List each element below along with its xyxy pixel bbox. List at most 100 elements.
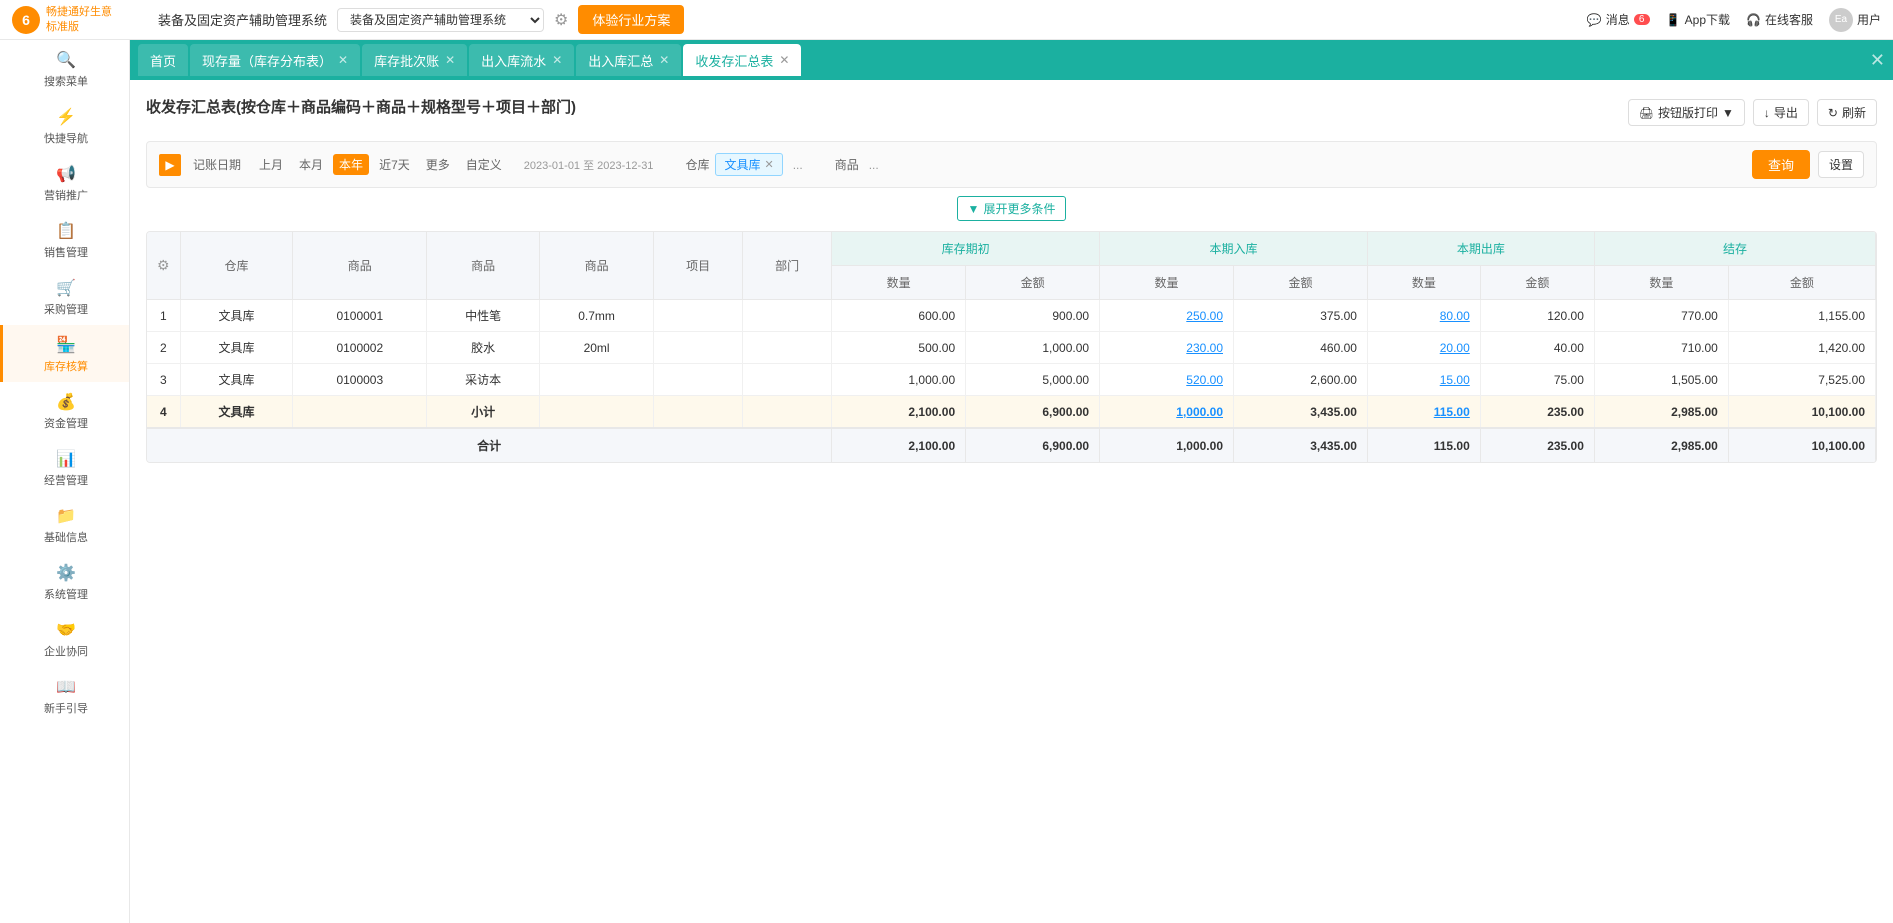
table-cell [743,332,832,364]
close-all-tabs-icon[interactable]: ✕ [1870,50,1885,71]
th-in-qty: 数量 [1100,266,1234,300]
table-row: 4文具库小计2,100.006,900.001,000.003,435.0011… [147,396,1876,429]
table-cell: 中性笔 [427,300,540,332]
th-out: 本期出库 [1367,232,1594,266]
date-btn-this-month[interactable]: 本月 [293,154,329,175]
date-btn-custom[interactable]: 自定义 [460,154,508,175]
table-row: 2文具库0100002胶水20ml500.001,000.00230.00460… [147,332,1876,364]
query-button[interactable]: 查询 [1752,150,1810,179]
table-cell: 文具库 [180,396,293,429]
date-range: 2023-01-01 至 2023-12-31 [524,157,654,173]
sidebar-item-guide[interactable]: 📖 新手引导 [0,667,129,724]
table-cell: 1,505.00 [1594,364,1728,396]
date-btn-more[interactable]: 更多 [420,154,456,175]
sidebar-item-inventory[interactable]: 🏪 库存核算 [0,325,129,382]
trial-button[interactable]: 体验行业方案 [578,5,684,34]
table-cell[interactable]: 20.00 [1367,332,1480,364]
tab-stock-summary[interactable]: 收发存汇总表 ✕ [683,44,801,76]
sidebar-item-operations[interactable]: 📊 经营管理 [0,439,129,496]
date-btn-this-year[interactable]: 本年 [333,154,369,175]
sidebar-item-basic-info[interactable]: 📁 基础信息 [0,496,129,553]
tab-close-inout-flow[interactable]: ✕ [552,53,562,67]
warehouse-more[interactable]: ... [793,158,803,172]
table-cell: 10,100.00 [1728,396,1875,429]
table-cell: 文具库 [180,332,293,364]
table-cell: 7,525.00 [1728,364,1875,396]
date-btn-last-month[interactable]: 上月 [253,154,289,175]
sidebar-item-sales[interactable]: 📋 销售管理 [0,211,129,268]
date-btn-7days[interactable]: 近7天 [373,154,416,175]
export-button[interactable]: ↓ 导出 [1753,99,1809,126]
table-cell: 1,420.00 [1728,332,1875,364]
operations-icon: 📊 [56,449,76,469]
app-download-btn[interactable]: 📱 App下载 [1666,11,1730,28]
print-button[interactable]: 🖨 按钮版打印 ▼ [1628,99,1745,126]
sidebar-item-system[interactable]: ⚙️ 系统管理 [0,553,129,610]
table-footer: 合计 2,100.00 6,900.00 1,000.00 3,435.00 1… [147,428,1876,462]
th-open-amt: 金额 [966,266,1100,300]
tab-inventory-dist[interactable]: 现存量（库存分布表） ✕ [190,44,360,76]
table-cell[interactable]: 15.00 [1367,364,1480,396]
data-table-container: ⚙ 仓库 商品 商品 商品 项目 部门 库存期初 本期入库 [146,231,1877,463]
tab-inout-summary[interactable]: 出入库汇总 ✕ [576,44,681,76]
date-label: 记账日期 [193,156,241,173]
th-open-qty: 数量 [832,266,966,300]
sidebar-item-search[interactable]: 🔍 搜索菜单 [0,40,129,97]
sidebar-item-enterprise[interactable]: 🤝 企业协同 [0,610,129,667]
tab-close-batch[interactable]: ✕ [445,53,455,67]
table-cell[interactable]: 250.00 [1100,300,1234,332]
table-row: 1文具库0100001中性笔0.7mm600.00900.00250.00375… [147,300,1876,332]
sidebar-item-finance[interactable]: 💰 资金管理 [0,382,129,439]
tab-batch[interactable]: 库存批次账 ✕ [362,44,467,76]
table-cell: 2 [147,332,180,364]
table-cell: 1,000.00 [832,364,966,396]
product-more[interactable]: ... [869,158,879,172]
tab-inout-flow[interactable]: 出入库流水 ✕ [469,44,574,76]
online-support-btn[interactable]: 🎧 在线客服 [1746,11,1813,28]
user-btn[interactable]: Ea 用户 [1829,8,1881,32]
warehouse-tag-close[interactable]: ✕ [764,158,773,171]
filter-settings-button[interactable]: 设置 [1818,151,1864,178]
table-cell[interactable]: 80.00 [1367,300,1480,332]
page-actions: 🖨 按钮版打印 ▼ ↓ 导出 ↻ 刷新 [1628,99,1877,126]
table-cell [743,396,832,429]
refresh-button[interactable]: ↻ 刷新 [1817,99,1877,126]
table-cell: 2,600.00 [1234,364,1368,396]
filter-toggle[interactable]: ▶ [159,154,181,176]
table-cell: 胶水 [427,332,540,364]
th-out-amt: 金额 [1480,266,1594,300]
table-cell: 770.00 [1594,300,1728,332]
table-cell[interactable]: 1,000.00 [1100,396,1234,429]
table-cell: 375.00 [1234,300,1368,332]
table-cell [293,396,427,429]
table-cell: 0100001 [293,300,427,332]
col-settings-icon[interactable]: ⚙ [157,257,170,273]
page-inner: 收发存汇总表(按仓库＋商品编码＋商品＋规格型号＋项目＋部门) 🖨 按钮版打印 ▼… [130,80,1893,923]
footer-bal-qty: 2,985.00 [1594,428,1728,462]
filter-row: ▶ 记账日期 上月 本月 本年 近7天 更多 自定义 2023-01-01 至 … [146,141,1877,188]
table-cell[interactable]: 520.00 [1100,364,1234,396]
tab-close-inventory-dist[interactable]: ✕ [338,53,348,67]
sidebar-item-marketing[interactable]: 📢 营销推广 [0,154,129,211]
table-cell[interactable]: 115.00 [1367,396,1480,429]
system-selector[interactable]: 装备及固定资产辅助管理系统 [337,8,544,32]
table-cell[interactable]: 230.00 [1100,332,1234,364]
system-icon: ⚙️ [56,563,76,583]
basic-info-icon: 📁 [56,506,76,526]
sidebar-item-quicknav[interactable]: ⚡ 快捷导航 [0,97,129,154]
product-label: 商品 [835,156,859,173]
settings-icon[interactable]: ⚙ [554,10,568,30]
tab-close-inout-summary[interactable]: ✕ [659,53,669,67]
th-code: 商品 [293,232,427,300]
tab-home[interactable]: 首页 [138,44,188,76]
table-cell: 2,100.00 [832,396,966,429]
footer-out-amt: 235.00 [1480,428,1594,462]
sidebar-item-purchase[interactable]: 🛒 采购管理 [0,268,129,325]
tab-close-stock-summary[interactable]: ✕ [779,53,789,67]
th-balance: 结存 [1594,232,1875,266]
expand-conditions-button[interactable]: ▼ 展开更多条件 [957,196,1067,221]
refresh-icon: ↻ [1828,106,1838,120]
finance-icon: 💰 [56,392,76,412]
table-cell: 120.00 [1480,300,1594,332]
messages-btn[interactable]: 💬 消息 6 [1587,11,1650,28]
